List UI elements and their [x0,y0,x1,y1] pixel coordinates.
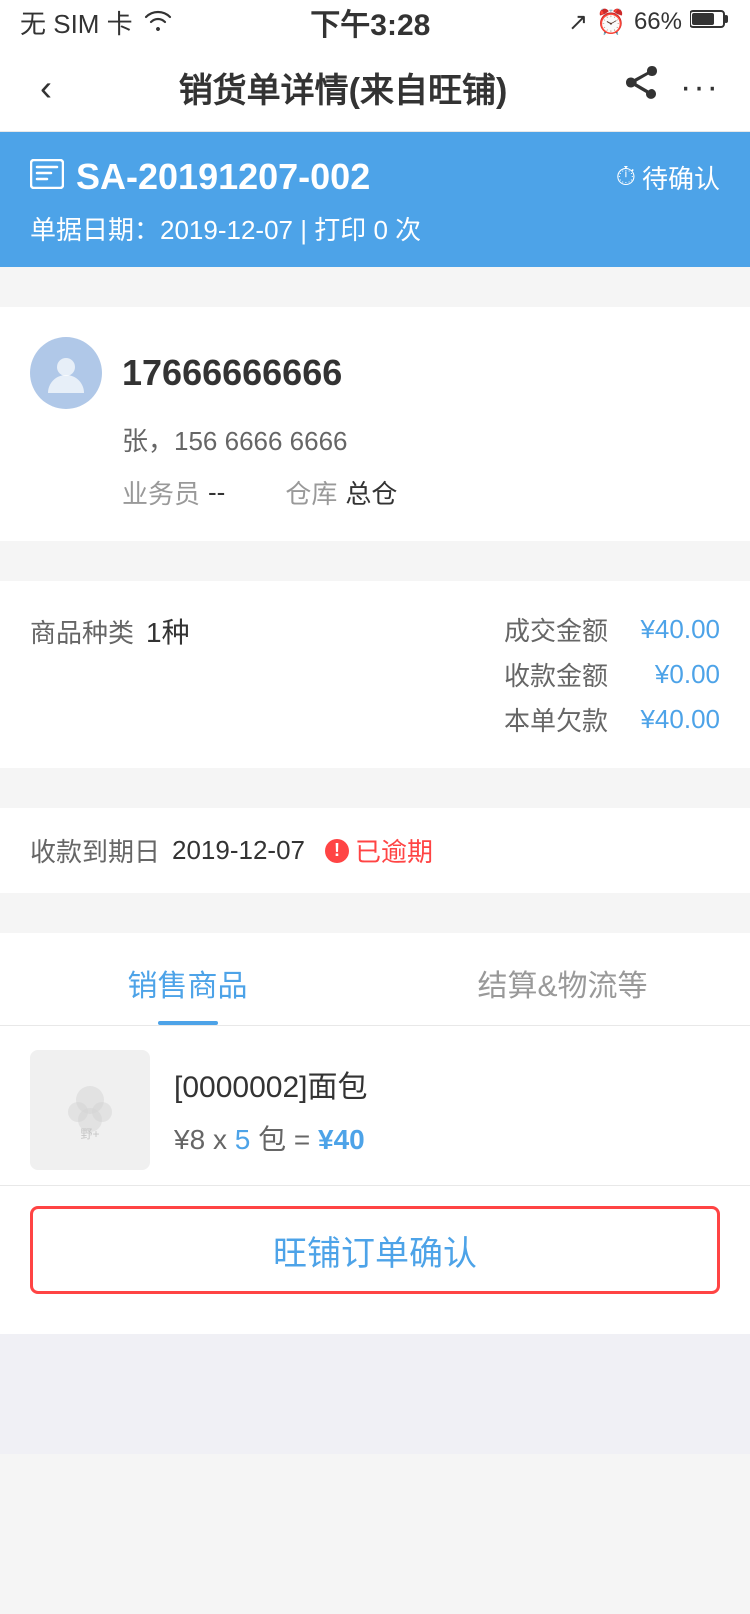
divider-3 [0,768,750,788]
overdue-badge: ! 已逾期 [325,832,433,869]
product-count-section: 商品种类 1种 [30,611,504,651]
divider-1 [0,267,750,287]
customer-main-row: 17666666666 [30,337,720,409]
order-icon [30,156,64,198]
owed-amount-row: 本单欠款 ¥40.00 [504,701,720,738]
received-amount-label: 收款金额 [504,656,608,693]
deal-amount-label: 成交金额 [504,611,608,648]
warehouse-value: 总仓 [345,474,397,511]
sales-label: 业务员 [122,474,200,511]
overdue-icon: ! [325,839,349,863]
customer-name: 张，156 6666 6666 [30,421,720,458]
alarm-icon: ⏰ [596,8,626,37]
status-bar: 无 SIM 卡 下午3:28 ↗ ⏰ 66% [0,0,750,44]
tab-sales-products[interactable]: 销售商品 [0,933,375,1025]
due-date-value: 2019-12-07 [172,835,305,866]
order-date-row: 单据日期：2019-12-07 | 打印 0 次 [30,210,720,247]
svg-text:野+: 野+ [80,1127,99,1141]
order-header: SA-20191207-002 ⏱ 待确认 单据日期：2019-12-07 | … [0,132,750,267]
customer-phone: 17666666666 [122,352,342,394]
due-date-block: 收款到期日 2019-12-07 ! 已逾期 [0,808,750,893]
received-amount-value: ¥0.00 [620,659,720,690]
amounts-block: 商品种类 1种 成交金额 ¥40.00 收款金额 ¥0.00 本单欠款 ¥40.… [0,581,750,768]
product-name: [0000002]面包 [174,1062,720,1106]
overdue-text: 已逾期 [355,832,433,869]
customer-meta: 业务员 -- 仓库 总仓 [30,474,720,511]
order-id: SA-20191207-002 [30,156,370,198]
received-amount-row: 收款金额 ¥0.00 [504,656,720,693]
page-title: 销货单详情(来自旺铺) [179,63,508,112]
deal-amount-row: 成交金额 ¥40.00 [504,611,720,648]
status-left: 无 SIM 卡 [20,4,173,41]
tabs-block: 销售商品 结算&物流等 [0,933,750,1026]
product-info: [0000002]面包 ¥8 x 5 包 = ¥40 [174,1062,720,1158]
order-status: ⏱ 待确认 [616,159,720,196]
due-date-label: 收款到期日 [30,832,160,869]
status-right: ↗ ⏰ 66% [568,8,730,37]
share-button[interactable] [624,65,660,110]
nav-bar: ‹ 销货单详情(来自旺铺) ··· [0,44,750,132]
amounts-section: 成交金额 ¥40.00 收款金额 ¥0.00 本单欠款 ¥40.00 [504,611,720,738]
location-icon: ↗ [568,8,588,37]
product-total: ¥40 [318,1124,365,1155]
carrier-text: 无 SIM 卡 [20,4,133,41]
wifi-icon [143,7,173,38]
tab-settlement[interactable]: 结算&物流等 [375,933,750,1025]
product-price: ¥8 [174,1124,205,1155]
deal-amount-value: ¥40.00 [620,614,720,645]
battery-icon [690,8,730,36]
back-button[interactable]: ‹ [30,57,62,119]
confirm-order-button[interactable]: 旺铺订单确认 [30,1206,720,1294]
product-list: 野+ [0000002]面包 ¥8 x 5 包 = ¥40 [0,1026,750,1194]
status-clock-icon: ⏱ [616,161,636,193]
bottom-bar: 旺铺订单确认 [0,1185,750,1334]
battery-text: 66% [634,8,682,36]
product-multiply: x [213,1124,235,1155]
divider-4 [0,893,750,913]
product-count-value: 1种 [146,611,190,651]
sales-person: 业务员 -- [122,474,225,511]
sales-value: -- [208,477,225,508]
product-count-label: 商品种类 [30,613,134,650]
product-unit: 包 [258,1124,286,1155]
owed-amount-label: 本单欠款 [504,701,608,738]
more-button[interactable]: ··· [680,68,720,107]
customer-avatar [30,337,102,409]
owed-amount-value: ¥40.00 [620,704,720,735]
product-image: 野+ [30,1050,150,1170]
warehouse-label: 仓库 [285,474,337,511]
page-content: SA-20191207-002 ⏱ 待确认 单据日期：2019-12-07 | … [0,132,750,1614]
status-time: 下午3:28 [310,0,430,44]
customer-block: 17666666666 张，156 6666 6666 业务员 -- 仓库 总仓 [0,307,750,541]
warehouse: 仓库 总仓 [285,474,397,511]
nav-actions: ··· [624,65,720,110]
product-qty: 5 [235,1124,251,1155]
product-equals: = [294,1124,318,1155]
order-id-row: SA-20191207-002 ⏱ 待确认 [30,156,720,198]
divider-2 [0,541,750,561]
product-item: 野+ [0000002]面包 ¥8 x 5 包 = ¥40 [30,1050,720,1170]
product-price-row: ¥8 x 5 包 = ¥40 [174,1118,720,1158]
